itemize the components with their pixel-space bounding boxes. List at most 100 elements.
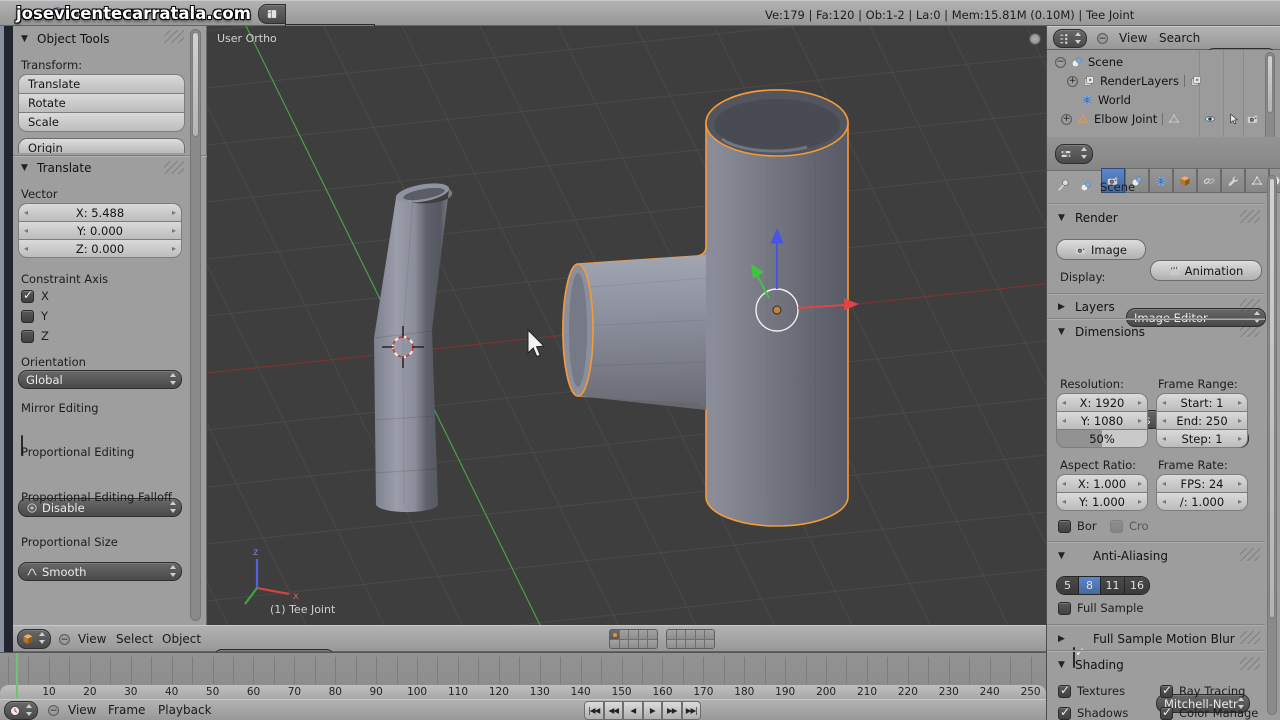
ray-tracing-checkbox[interactable] <box>1160 683 1173 698</box>
scrollbar-thumb[interactable] <box>1267 55 1273 113</box>
layers-panel-collapse-icon[interactable]: ▶ <box>1058 302 1065 312</box>
panel-grip-icon[interactable] <box>1240 299 1260 312</box>
aspect-y-field[interactable]: Y: 1.000 <box>1056 492 1148 511</box>
prev-keyframe-button[interactable]: ◀◀ <box>603 701 623 720</box>
properties-scrollbar[interactable] <box>1267 175 1277 715</box>
object-tools-title[interactable]: Object Tools <box>37 32 109 46</box>
layers-panel-title[interactable]: Layers <box>1075 300 1115 314</box>
screen-layout-icon-button[interactable] <box>258 4 286 24</box>
collapse-menus-icon[interactable]: − <box>59 634 70 645</box>
fps-base-field[interactable]: /: 1.000 <box>1156 492 1248 511</box>
color-manage-checkbox[interactable] <box>1160 705 1173 720</box>
timeline-view-menu[interactable]: View <box>68 703 96 717</box>
outliner-item-world[interactable]: World <box>1081 91 1131 109</box>
translate-panel-collapse-icon[interactable]: ▼ <box>21 163 28 173</box>
timeline-frame-menu[interactable]: Frame <box>108 703 145 717</box>
expand-icon[interactable]: + <box>1067 75 1078 87</box>
manipulator-x-arrow[interactable] <box>844 298 859 311</box>
tab-modifiers[interactable] <box>1221 168 1245 193</box>
play-button[interactable]: ▶ <box>642 701 662 720</box>
scrollbar-thumb[interactable] <box>192 32 199 137</box>
play-reverse-button[interactable]: ◀ <box>623 701 643 720</box>
object-tools-collapse-icon[interactable]: ▼ <box>21 34 28 44</box>
scale-button[interactable]: Scale <box>18 112 185 132</box>
outliner-editor-select[interactable] <box>1053 29 1087 48</box>
aa-samples-16[interactable]: 16 <box>1125 577 1149 594</box>
aspect-x-field[interactable]: X: 1.000 <box>1056 474 1148 493</box>
properties-editor-select[interactable] <box>1055 144 1093 164</box>
resolution-percentage-slider[interactable]: 50% <box>1056 429 1148 448</box>
resolution-x-field[interactable]: X: 1920 <box>1056 393 1148 412</box>
rotate-button[interactable]: Rotate <box>18 93 185 113</box>
translate-panel-title[interactable]: Translate <box>37 161 92 175</box>
constraint-z-checkbox[interactable] <box>21 329 34 343</box>
render-image-button[interactable]: Image <box>1056 239 1146 260</box>
translate-button[interactable]: Translate <box>18 74 185 94</box>
border-checkbox[interactable] <box>1058 519 1071 533</box>
timeline-track-area[interactable]: 10 20 30 40 50 60 70 80 90 100 110 120 130 140 150 160 1… <box>0 653 1046 699</box>
aa-samples-5[interactable]: 5 <box>1057 577 1079 594</box>
fsmb-panel-title[interactable]: Full Sample Motion Blur <box>1093 632 1235 646</box>
collapse-menus-icon[interactable]: − <box>48 705 59 716</box>
resolution-y-field[interactable]: Y: 1080 <box>1056 411 1148 430</box>
vector-z-field[interactable]: Z: 0.000 <box>18 239 182 258</box>
constraint-x-checkbox[interactable] <box>21 288 34 303</box>
origin-button[interactable]: Origin <box>18 138 185 153</box>
frame-step-field[interactable]: Step: 1 <box>1156 429 1248 448</box>
panel-grip-icon[interactable] <box>1240 548 1260 561</box>
tab-mesh-data[interactable] <box>1245 168 1269 193</box>
falloff-select[interactable]: Smooth <box>18 562 182 581</box>
expand-icon[interactable]: + <box>1061 113 1072 125</box>
outliner-item-renderlayers[interactable]: + RenderLayers <box>1067 72 1202 90</box>
aa-samples-8[interactable]: 8 <box>1079 577 1101 594</box>
fps-field[interactable]: FPS: 24 <box>1156 474 1248 493</box>
outliner-item-scene[interactable]: − Scene <box>1055 53 1123 71</box>
fsmb-panel-collapse-icon[interactable]: ▶ <box>1058 634 1065 644</box>
shading-panel-collapse-icon[interactable]: ▼ <box>1058 660 1065 670</box>
tab-constraints[interactable] <box>1197 168 1221 193</box>
outliner-search-menu[interactable]: Search <box>1159 31 1200 45</box>
object-menu[interactable]: Object <box>162 632 201 646</box>
scrollbar-thumb[interactable] <box>1269 178 1275 618</box>
shading-panel-title[interactable]: Shading <box>1075 658 1124 672</box>
panel-grip-icon[interactable] <box>1240 210 1260 223</box>
frame-end-field[interactable]: End: 250 <box>1156 411 1248 430</box>
jump-to-start-button[interactable]: |◀◀ <box>584 701 604 720</box>
viewport-canvas[interactable]: x z User Ortho (1) Tee Joint <box>207 26 1046 625</box>
aa-panel-collapse-icon[interactable]: ▼ <box>1058 551 1065 561</box>
constraint-y-checkbox[interactable] <box>21 309 34 323</box>
dimensions-panel-collapse-icon[interactable]: ▼ <box>1058 327 1065 337</box>
render-animation-button[interactable]: Animation <box>1150 260 1262 281</box>
restrict-render-icon[interactable] <box>1247 113 1259 125</box>
render-panel-title[interactable]: Render <box>1075 211 1118 225</box>
timeline-playback-menu[interactable]: Playback <box>158 703 212 717</box>
restrict-select-icon[interactable] <box>1227 113 1239 125</box>
aa-samples-11[interactable]: 11 <box>1101 577 1125 594</box>
aa-panel-title[interactable]: Anti-Aliasing <box>1093 549 1168 563</box>
vector-x-field[interactable]: X: 5.488 <box>18 203 182 222</box>
frame-start-field[interactable]: Start: 1 <box>1156 393 1248 412</box>
textures-checkbox[interactable] <box>1058 683 1071 698</box>
tab-world[interactable] <box>1149 168 1173 193</box>
layers-grid-2[interactable] <box>666 629 715 649</box>
dimensions-panel-title[interactable]: Dimensions <box>1075 325 1145 339</box>
panel-grip-icon[interactable] <box>1240 324 1260 337</box>
collapse-menus-icon[interactable]: − <box>1097 33 1108 44</box>
panel-grip-icon[interactable] <box>1240 631 1260 644</box>
timeline-ruler[interactable]: 10 20 30 40 50 60 70 80 90 100 110 120 130 140 150 160 1… <box>0 684 1046 699</box>
editor-type-select[interactable] <box>17 629 51 649</box>
vector-y-field[interactable]: Y: 0.000 <box>18 221 182 240</box>
outliner-view-menu[interactable]: View <box>1119 31 1147 45</box>
restrict-view-icon[interactable] <box>1204 113 1216 125</box>
view-menu[interactable]: View <box>78 632 106 646</box>
full-sample-checkbox[interactable] <box>1058 601 1071 615</box>
collapse-icon[interactable]: − <box>1055 56 1066 68</box>
panel-grip-icon[interactable] <box>164 161 184 174</box>
select-menu[interactable]: Select <box>116 632 153 646</box>
orientation-select[interactable]: Global <box>18 370 182 389</box>
jump-to-end-button[interactable]: ▶▶| <box>681 701 701 720</box>
tool-shelf-scrollbar[interactable] <box>190 29 201 621</box>
layers-grid-1[interactable] <box>609 629 658 649</box>
panel-grip-icon[interactable] <box>1240 657 1260 670</box>
pin-icon[interactable] <box>1056 178 1071 193</box>
